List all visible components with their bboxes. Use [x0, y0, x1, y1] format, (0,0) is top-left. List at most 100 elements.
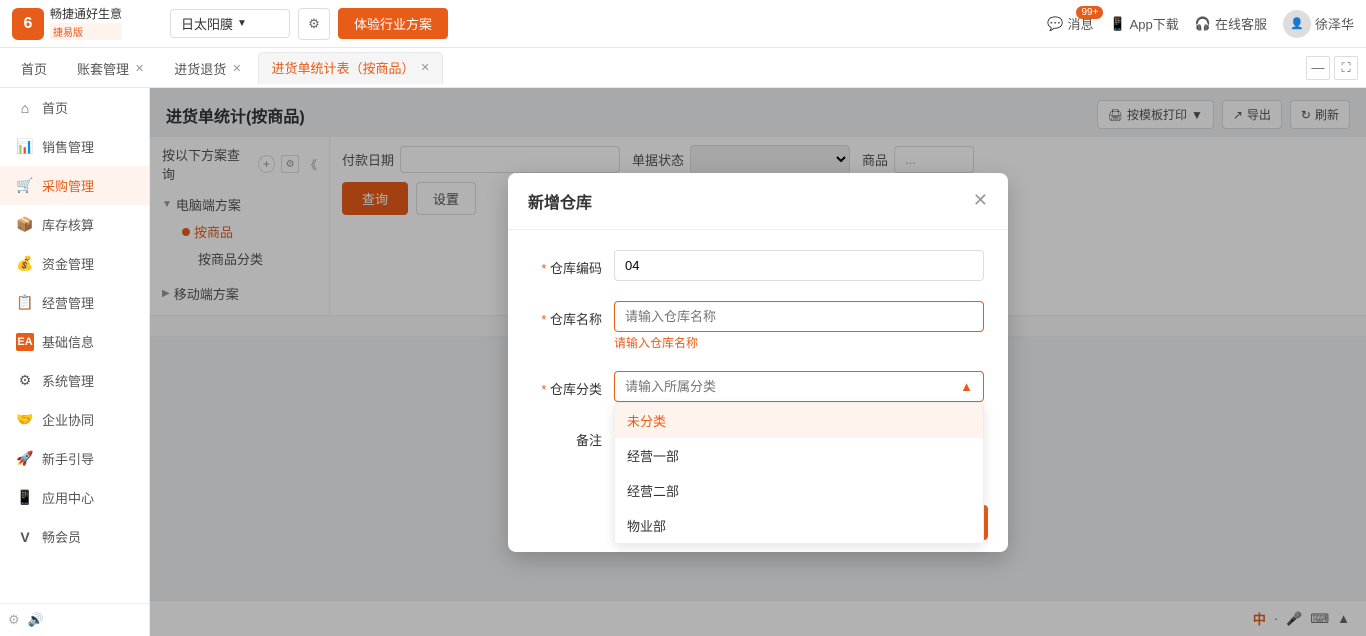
category-field-wrap: ▲ 未分类 经营一部 经营二部 物业部	[614, 371, 984, 402]
dropdown-item-dept2[interactable]: 经营二部	[615, 473, 983, 508]
operations-icon: 📋	[16, 294, 34, 312]
dropdown-item-dept1[interactable]: 经营一部	[615, 438, 983, 473]
tab-purchase-stats[interactable]: 进货单统计表（按商品） ✕	[258, 52, 442, 84]
sidebar-label-home: 首页	[42, 98, 68, 117]
sidebar-label-basic-info: 基础信息	[42, 332, 94, 351]
name-form-row: 仓库名称 请输入仓库名称	[532, 301, 984, 351]
sidebar-label-operations: 经营管理	[42, 293, 94, 312]
home-icon: ⌂	[16, 99, 34, 117]
sales-icon: 📊	[16, 138, 34, 156]
store-name: 日太阳膜	[181, 14, 233, 33]
content-area: 进货单统计(按商品) 🖨 按模板打印 ▼ ↗ 导出 ↻ 刷新	[150, 88, 1366, 636]
store-selector[interactable]: 日太阳膜 ▼	[170, 9, 290, 38]
system-icon: ⚙	[16, 372, 34, 390]
purchase-icon: 🛒	[16, 177, 34, 195]
sidebar-speaker-icon[interactable]: 🔊	[28, 612, 44, 628]
message-badge: 99+	[1076, 6, 1103, 19]
category-trigger[interactable]: ▲	[614, 371, 984, 402]
sidebar: ⌂ 首页 📊 销售管理 🛒 采购管理 📦 库存核算 💰 资金管理 📋 经营管理 …	[0, 88, 150, 636]
sidebar-label-apps: 应用中心	[42, 488, 94, 507]
settings-button[interactable]: ⚙	[298, 8, 330, 40]
modal-body: 仓库编码 仓库名称 请输入仓库名称	[508, 230, 1008, 493]
modal-overlay[interactable]: 新增仓库 ✕ 仓库编码 仓库名称	[150, 88, 1366, 636]
code-label: 仓库编码	[532, 250, 602, 277]
message-icon: 💬	[1047, 16, 1063, 32]
note-label: 备注	[532, 422, 602, 449]
customer-service-button[interactable]: 🎧 在线客服	[1195, 14, 1267, 33]
top-header: 6 畅捷通好生意 捷易版 日太阳膜 ▼ ⚙ 体验行业方案 💬 消息 99+ 📱 …	[0, 0, 1366, 48]
category-label: 仓库分类	[532, 371, 602, 398]
logo-area: 6 畅捷通好生意 捷易版	[12, 7, 162, 40]
tab-purchase-return-label: 进货退货	[174, 59, 226, 78]
sidebar-item-sales[interactable]: 📊 销售管理	[0, 127, 149, 166]
category-dropdown: 未分类 经营一部 经营二部 物业部	[614, 402, 984, 544]
modal-close-button[interactable]: ✕	[973, 190, 988, 211]
tab-bar: 首页 账套管理 ✕ 进货退货 ✕ 进货单统计表（按商品） ✕ — ⛶	[0, 48, 1366, 88]
sidebar-bottom: ⚙ 🔊	[0, 603, 149, 636]
sidebar-label-system: 系统管理	[42, 371, 94, 390]
sidebar-item-operations[interactable]: 📋 经营管理	[0, 283, 149, 322]
sidebar-label-newbie: 新手引导	[42, 449, 94, 468]
chevron-down-icon: ▼	[237, 18, 247, 29]
logo-name: 畅捷通好生意	[50, 7, 122, 23]
sidebar-item-finance[interactable]: 💰 资金管理	[0, 244, 149, 283]
tab-purchase-return[interactable]: 进货退货 ✕	[161, 52, 254, 84]
logo-badge: 捷易版	[50, 23, 122, 40]
tab-account-label: 账套管理	[77, 59, 129, 78]
name-error-message: 请输入仓库名称	[614, 334, 984, 351]
sidebar-item-vip[interactable]: V 畅会员	[0, 517, 149, 556]
sidebar-item-enterprise[interactable]: 🤝 企业协同	[0, 400, 149, 439]
name-field-wrap: 请输入仓库名称	[614, 301, 984, 351]
tab-purchase-return-close-icon[interactable]: ✕	[232, 62, 241, 75]
code-field-wrap	[614, 250, 984, 281]
sidebar-label-enterprise: 企业协同	[42, 410, 94, 429]
code-input[interactable]	[614, 250, 984, 281]
tab-home[interactable]: 首页	[8, 52, 60, 84]
user-profile-button[interactable]: 👤 徐泽华	[1283, 10, 1354, 38]
sidebar-settings-icon[interactable]: ⚙	[8, 612, 20, 628]
tab-controls: — ⛶	[1306, 56, 1358, 80]
tab-home-label: 首页	[21, 59, 47, 78]
sidebar-item-apps[interactable]: 📱 应用中心	[0, 478, 149, 517]
code-form-row: 仓库编码	[532, 250, 984, 281]
chevron-up-icon: ▲	[960, 379, 973, 394]
newbie-icon: 🚀	[16, 450, 34, 468]
sidebar-item-basic-info[interactable]: EA 基础信息	[0, 322, 149, 361]
dropdown-item-dept3[interactable]: 物业部	[615, 508, 983, 543]
vip-icon: V	[16, 528, 34, 546]
sidebar-label-inventory: 库存核算	[42, 215, 94, 234]
header-right: 💬 消息 99+ 📱 App下载 🎧 在线客服 👤 徐泽华	[1047, 10, 1354, 38]
finance-icon: 💰	[16, 255, 34, 273]
sidebar-item-system[interactable]: ⚙ 系统管理	[0, 361, 149, 400]
name-label: 仓库名称	[532, 301, 602, 328]
sidebar-label-purchase: 采购管理	[42, 176, 94, 195]
messages-button[interactable]: 💬 消息 99+	[1047, 14, 1093, 33]
basic-info-icon: EA	[16, 333, 34, 351]
main-layout: ⌂ 首页 📊 销售管理 🛒 采购管理 📦 库存核算 💰 资金管理 📋 经营管理 …	[0, 88, 1366, 636]
sidebar-item-inventory[interactable]: 📦 库存核算	[0, 205, 149, 244]
sidebar-item-newbie[interactable]: 🚀 新手引导	[0, 439, 149, 478]
avatar: 👤	[1283, 10, 1311, 38]
sidebar-label-sales: 销售管理	[42, 137, 94, 156]
tab-account-close-icon[interactable]: ✕	[135, 62, 144, 75]
dropdown-item-unclassified[interactable]: 未分类	[615, 403, 983, 438]
tab-maximize-button[interactable]: ⛶	[1334, 56, 1358, 80]
tab-account[interactable]: 账套管理 ✕	[64, 52, 157, 84]
sidebar-item-home[interactable]: ⌂ 首页	[0, 88, 149, 127]
sidebar-label-vip: 畅会员	[42, 527, 81, 546]
logo-icon: 6	[12, 8, 44, 40]
tab-purchase-stats-label: 进货单统计表（按商品）	[271, 58, 414, 77]
inventory-icon: 📦	[16, 216, 34, 234]
category-input[interactable]	[625, 379, 960, 394]
service-icon: 🎧	[1195, 16, 1211, 32]
experience-button[interactable]: 体验行业方案	[338, 8, 448, 39]
warehouse-name-input[interactable]	[614, 301, 984, 332]
tab-minimize-button[interactable]: —	[1306, 56, 1330, 80]
modal-header: 新增仓库 ✕	[508, 173, 1008, 230]
apps-icon: 📱	[16, 489, 34, 507]
tab-purchase-stats-close-icon[interactable]: ✕	[421, 61, 430, 74]
app-icon: 📱	[1109, 16, 1125, 32]
sidebar-item-purchase[interactable]: 🛒 采购管理	[0, 166, 149, 205]
add-warehouse-modal: 新增仓库 ✕ 仓库编码 仓库名称	[508, 173, 1008, 552]
app-download-button[interactable]: 📱 App下载	[1109, 14, 1178, 33]
